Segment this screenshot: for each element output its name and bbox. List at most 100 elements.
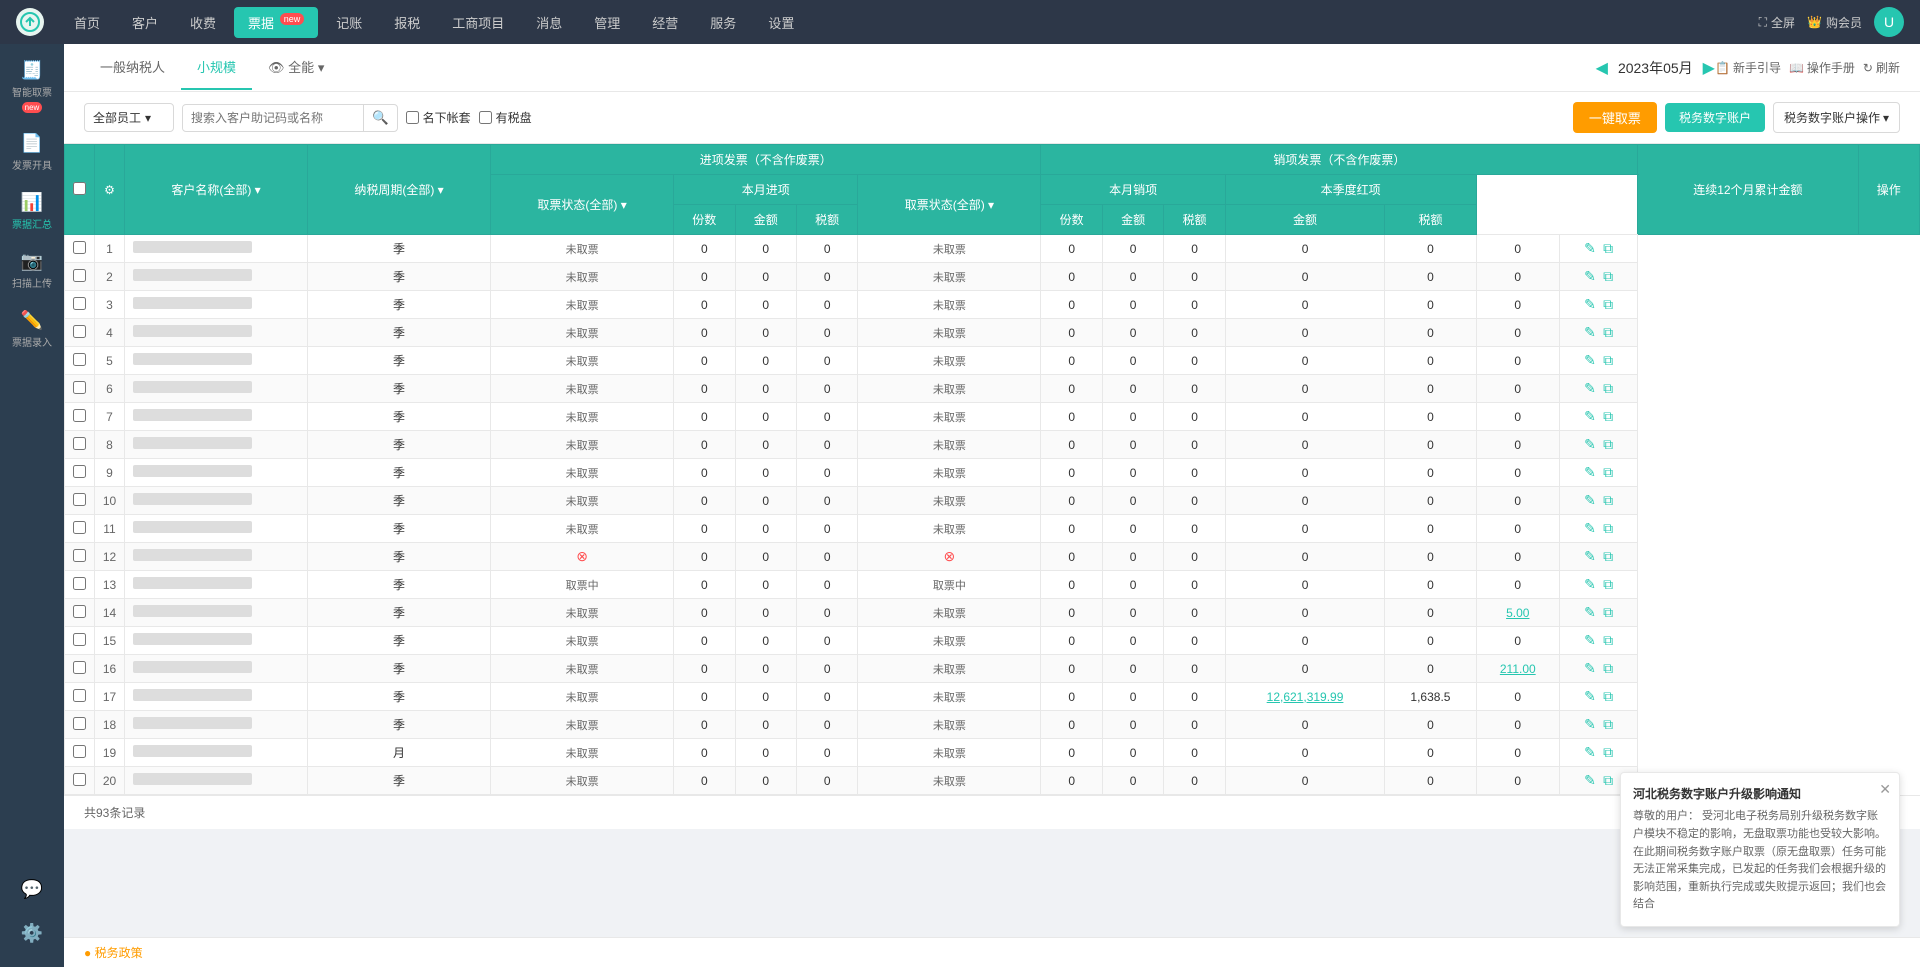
edit-icon[interactable]: ✎ (1584, 268, 1596, 284)
edit-icon[interactable]: ✎ (1584, 296, 1596, 312)
copy-icon[interactable]: ⧉ (1603, 240, 1613, 256)
nav-operation[interactable]: 经营 (638, 7, 692, 38)
user-avatar[interactable]: U (1874, 7, 1904, 37)
copy-icon[interactable]: ⧉ (1603, 352, 1613, 368)
copy-icon[interactable]: ⧉ (1603, 716, 1613, 732)
search-submit-btn[interactable]: 🔍 (363, 105, 397, 131)
edit-icon[interactable]: ✎ (1584, 744, 1596, 760)
sidebar-item-entry[interactable]: ✏️ 票据录入 (4, 302, 60, 357)
edit-icon[interactable]: ✎ (1584, 380, 1596, 396)
header-client-name[interactable]: 客户名称(全部) ▾ (125, 145, 308, 235)
row-checkbox[interactable] (73, 521, 86, 534)
copy-icon[interactable]: ⧉ (1603, 268, 1613, 284)
guide-link[interactable]: 📋 新手引导 (1715, 59, 1781, 76)
row-checkbox[interactable] (73, 633, 86, 646)
copy-icon[interactable]: ⧉ (1603, 632, 1613, 648)
nav-tax[interactable]: 报税 (380, 7, 434, 38)
nav-fee[interactable]: 收费 (176, 7, 230, 38)
edit-icon[interactable]: ✎ (1584, 716, 1596, 732)
nav-ticket[interactable]: 票据 new (234, 7, 318, 38)
copy-icon[interactable]: ⧉ (1603, 604, 1613, 620)
next-month-btn[interactable]: ▶ (1703, 58, 1715, 78)
tax-policy-bar[interactable]: ● 税务政策 (64, 937, 1920, 967)
row-checkbox[interactable] (73, 409, 86, 422)
sidebar-msg-btn[interactable]: 💬 (14, 871, 50, 907)
edit-icon[interactable]: ✎ (1584, 548, 1596, 564)
copy-icon[interactable]: ⧉ (1603, 660, 1613, 676)
edit-icon[interactable]: ✎ (1584, 632, 1596, 648)
edit-icon[interactable]: ✎ (1584, 688, 1596, 704)
prev-month-btn[interactable]: ◀ (1596, 58, 1608, 78)
row-checkbox[interactable] (73, 269, 86, 282)
edit-icon[interactable]: ✎ (1584, 604, 1596, 620)
row-checkbox[interactable] (73, 353, 86, 366)
copy-icon[interactable]: ⧉ (1603, 772, 1613, 788)
sidebar-item-scan[interactable]: 📷 扫描上传 (4, 243, 60, 298)
select-all-checkbox[interactable] (73, 182, 86, 195)
edit-icon[interactable]: ✎ (1584, 436, 1596, 452)
nav-admin[interactable]: 管理 (580, 7, 634, 38)
row-checkbox[interactable] (73, 297, 86, 310)
has-tax-checkbox[interactable] (479, 111, 492, 124)
nav-client[interactable]: 客户 (118, 7, 172, 38)
edit-icon[interactable]: ✎ (1584, 352, 1596, 368)
digital-account-btn[interactable]: 税务数字账户 (1665, 103, 1765, 132)
row-checkbox[interactable] (73, 465, 86, 478)
sub-ledger-checkbox[interactable] (406, 111, 419, 124)
tab-general-taxpayer[interactable]: 一般纳税人 (84, 45, 181, 90)
one-key-fetch-btn[interactable]: 一键取票 (1573, 102, 1657, 133)
row-checkbox[interactable] (73, 241, 86, 254)
edit-icon[interactable]: ✎ (1584, 408, 1596, 424)
header-in-status[interactable]: 取票状态(全部) ▾ (491, 175, 674, 235)
fullscreen-btn[interactable]: ⛶ 全屏 (1759, 14, 1795, 31)
row-checkbox[interactable] (73, 689, 86, 702)
sidebar-item-invoice-open[interactable]: 📄 发票开具 (4, 125, 60, 180)
manual-link[interactable]: 📖 操作手册 (1789, 59, 1855, 76)
header-out-status[interactable]: 取票状态(全部) ▾ (858, 175, 1041, 235)
sidebar-settings-btn[interactable]: ⚙️ (14, 915, 50, 951)
has-tax-checkbox-label[interactable]: 有税盘 (479, 109, 532, 126)
row-checkbox[interactable] (73, 773, 86, 786)
copy-icon[interactable]: ⧉ (1603, 436, 1613, 452)
edit-icon[interactable]: ✎ (1584, 576, 1596, 592)
copy-icon[interactable]: ⧉ (1603, 464, 1613, 480)
cum12-link[interactable]: 5.00 (1506, 606, 1529, 620)
edit-icon[interactable]: ✎ (1584, 464, 1596, 480)
copy-icon[interactable]: ⧉ (1603, 324, 1613, 340)
row-checkbox[interactable] (73, 661, 86, 674)
sidebar-item-smart-ticket[interactable]: 🧾 智能取票 new (4, 52, 60, 121)
edit-icon[interactable]: ✎ (1584, 492, 1596, 508)
nav-service[interactable]: 服务 (696, 7, 750, 38)
row-checkbox[interactable] (73, 549, 86, 562)
edit-icon[interactable]: ✎ (1584, 520, 1596, 536)
copy-icon[interactable]: ⧉ (1603, 548, 1613, 564)
edit-icon[interactable]: ✎ (1584, 240, 1596, 256)
employee-filter-select[interactable]: 全部员工 ▾ (84, 103, 174, 132)
header-tax-period[interactable]: 纳税周期(全部) ▾ (308, 145, 491, 235)
nav-home[interactable]: 首页 (60, 7, 114, 38)
row-checkbox[interactable] (73, 577, 86, 590)
nav-biz[interactable]: 工商项目 (438, 7, 518, 38)
row-checkbox[interactable] (73, 493, 86, 506)
cum12-link[interactable]: 211.00 (1500, 662, 1536, 676)
copy-icon[interactable]: ⧉ (1603, 688, 1613, 704)
nav-message[interactable]: 消息 (522, 7, 576, 38)
nav-settings[interactable]: 设置 (754, 7, 808, 38)
tab-small-scale[interactable]: 小规模 (181, 45, 252, 90)
nav-accounting[interactable]: 记账 (322, 7, 376, 38)
copy-icon[interactable]: ⧉ (1603, 744, 1613, 760)
client-search-input[interactable] (183, 106, 363, 130)
copy-icon[interactable]: ⧉ (1603, 296, 1613, 312)
row-checkbox[interactable] (73, 325, 86, 338)
row-checkbox[interactable] (73, 717, 86, 730)
copy-icon[interactable]: ⧉ (1603, 492, 1613, 508)
popup-close-btn[interactable]: ✕ (1879, 781, 1891, 798)
copy-icon[interactable]: ⧉ (1603, 576, 1613, 592)
member-btn[interactable]: 👑 购会员 (1807, 14, 1862, 31)
copy-icon[interactable]: ⧉ (1603, 380, 1613, 396)
edit-icon[interactable]: ✎ (1584, 660, 1596, 676)
row-checkbox[interactable] (73, 381, 86, 394)
copy-icon[interactable]: ⧉ (1603, 520, 1613, 536)
red-amount-link[interactable]: 12,621,319.99 (1267, 690, 1344, 704)
sub-ledger-checkbox-label[interactable]: 名下帐套 (406, 109, 471, 126)
